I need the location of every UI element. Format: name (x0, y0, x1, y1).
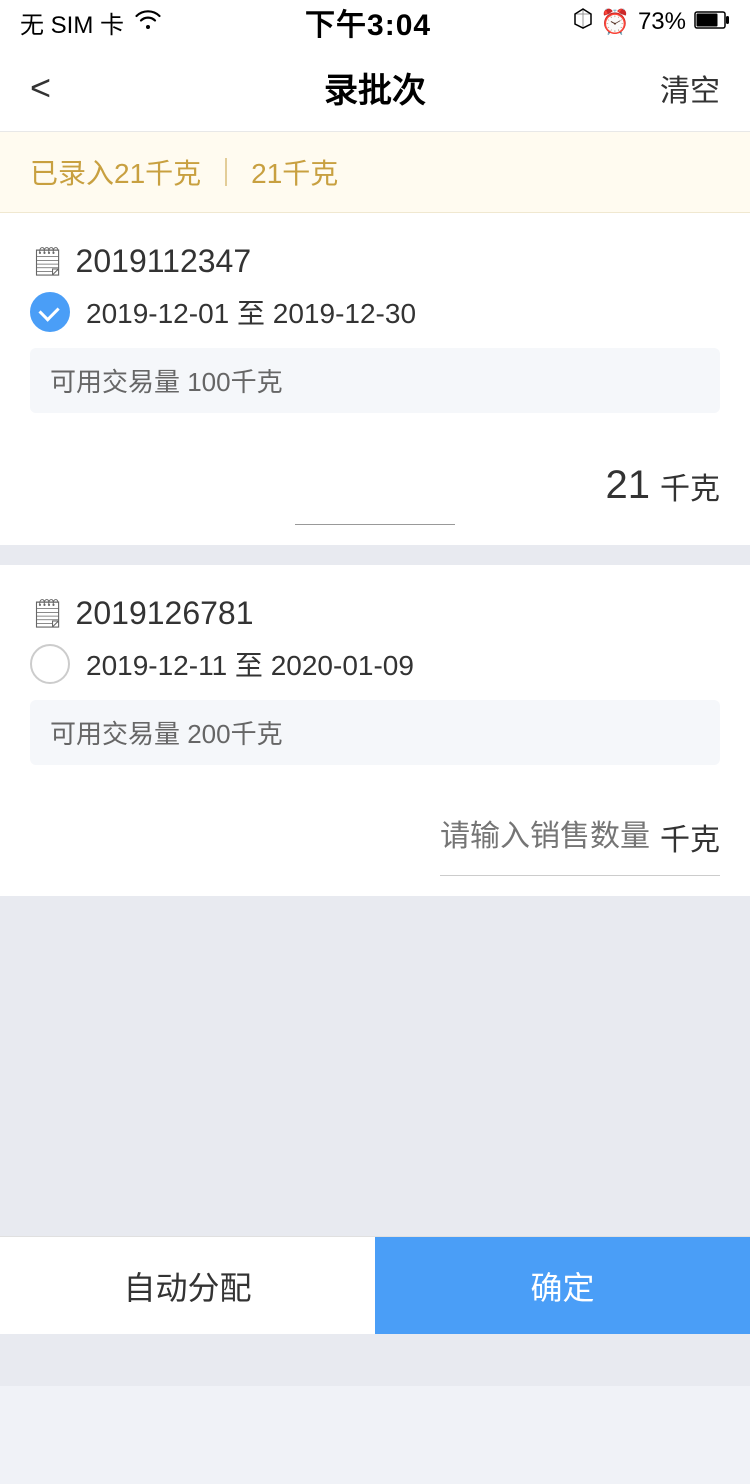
section-divider (0, 545, 750, 565)
batch-1-amount-unit: 千克 (660, 464, 720, 508)
batch-1-card: 🗒 2019112347 2019-12-01 至 2019-12-30 可用交… (0, 213, 750, 453)
bottom-bar: 自动分配 确定 (0, 1236, 750, 1334)
auto-distribute-button[interactable]: 自动分配 (0, 1237, 375, 1334)
page-title: 录批次 (324, 63, 426, 112)
confirm-button[interactable]: 确定 (375, 1237, 750, 1334)
batch-1-date: 2019-12-01 至 2019-12-30 (86, 292, 416, 332)
alarm-icon: ⏰ (600, 8, 630, 37)
status-time: 下午3:04 (305, 0, 431, 44)
nav-bar: < 录批次 清空 (0, 44, 750, 132)
batch-1-radio[interactable] (30, 292, 70, 332)
status-left: 无 SIM 卡 (20, 5, 162, 40)
batch-2-date: 2019-12-11 至 2020-01-09 (86, 644, 414, 684)
batch-2-radio[interactable] (30, 644, 70, 684)
info-banner: 已录入21千克 21千克 (0, 132, 750, 213)
batch-1-amount-value: 21 (606, 463, 651, 508)
batch-1-date-row: 2019-12-01 至 2019-12-30 (30, 292, 720, 332)
info-divider (225, 158, 227, 186)
batch-2-doc-icon: 🗒 (30, 597, 66, 630)
info-value: 21千克 (251, 152, 338, 192)
batch-2-date-row: 2019-12-11 至 2020-01-09 (30, 644, 720, 684)
wifi-icon (134, 8, 162, 36)
batch-2-card: 🗒 2019126781 2019-12-11 至 2020-01-09 可用交… (0, 565, 750, 805)
batch-2-underline (440, 875, 720, 876)
clear-button[interactable]: 清空 (660, 66, 720, 110)
batch-1-header: 🗒 2019112347 (30, 243, 720, 280)
batch-1-available-qty: 可用交易量 100千克 (30, 348, 720, 413)
battery-text: 73% (638, 8, 686, 36)
batch-1-underline (295, 524, 455, 525)
no-sim-text: 无 SIM 卡 (20, 5, 124, 40)
battery-icon (694, 8, 730, 36)
batch-2-header: 🗒 2019126781 (30, 595, 720, 632)
batch-2-unit: 千克 (660, 815, 720, 859)
batch-2-input-section: 千克 (0, 805, 750, 896)
batch-2-input-row: 千克 (0, 805, 750, 875)
batch-1-doc-icon: 🗒 (30, 245, 66, 278)
back-button[interactable]: < (30, 67, 90, 109)
recorded-label: 已录入21千克 (30, 152, 201, 192)
location-icon (574, 8, 592, 37)
batch-2-available-qty: 可用交易量 200千克 (30, 700, 720, 765)
batch-1-id: 2019112347 (76, 243, 252, 280)
batch-1-amount-row: 21 千克 (0, 453, 750, 524)
status-right: ⏰ 73% (574, 8, 730, 37)
batch-2-qty-input[interactable] (350, 820, 650, 854)
status-bar: 无 SIM 卡 下午3:04 ⏰ 73% (0, 0, 750, 44)
batch-2-id: 2019126781 (76, 595, 254, 632)
batch-1-amount-section: 21 千克 (0, 453, 750, 545)
